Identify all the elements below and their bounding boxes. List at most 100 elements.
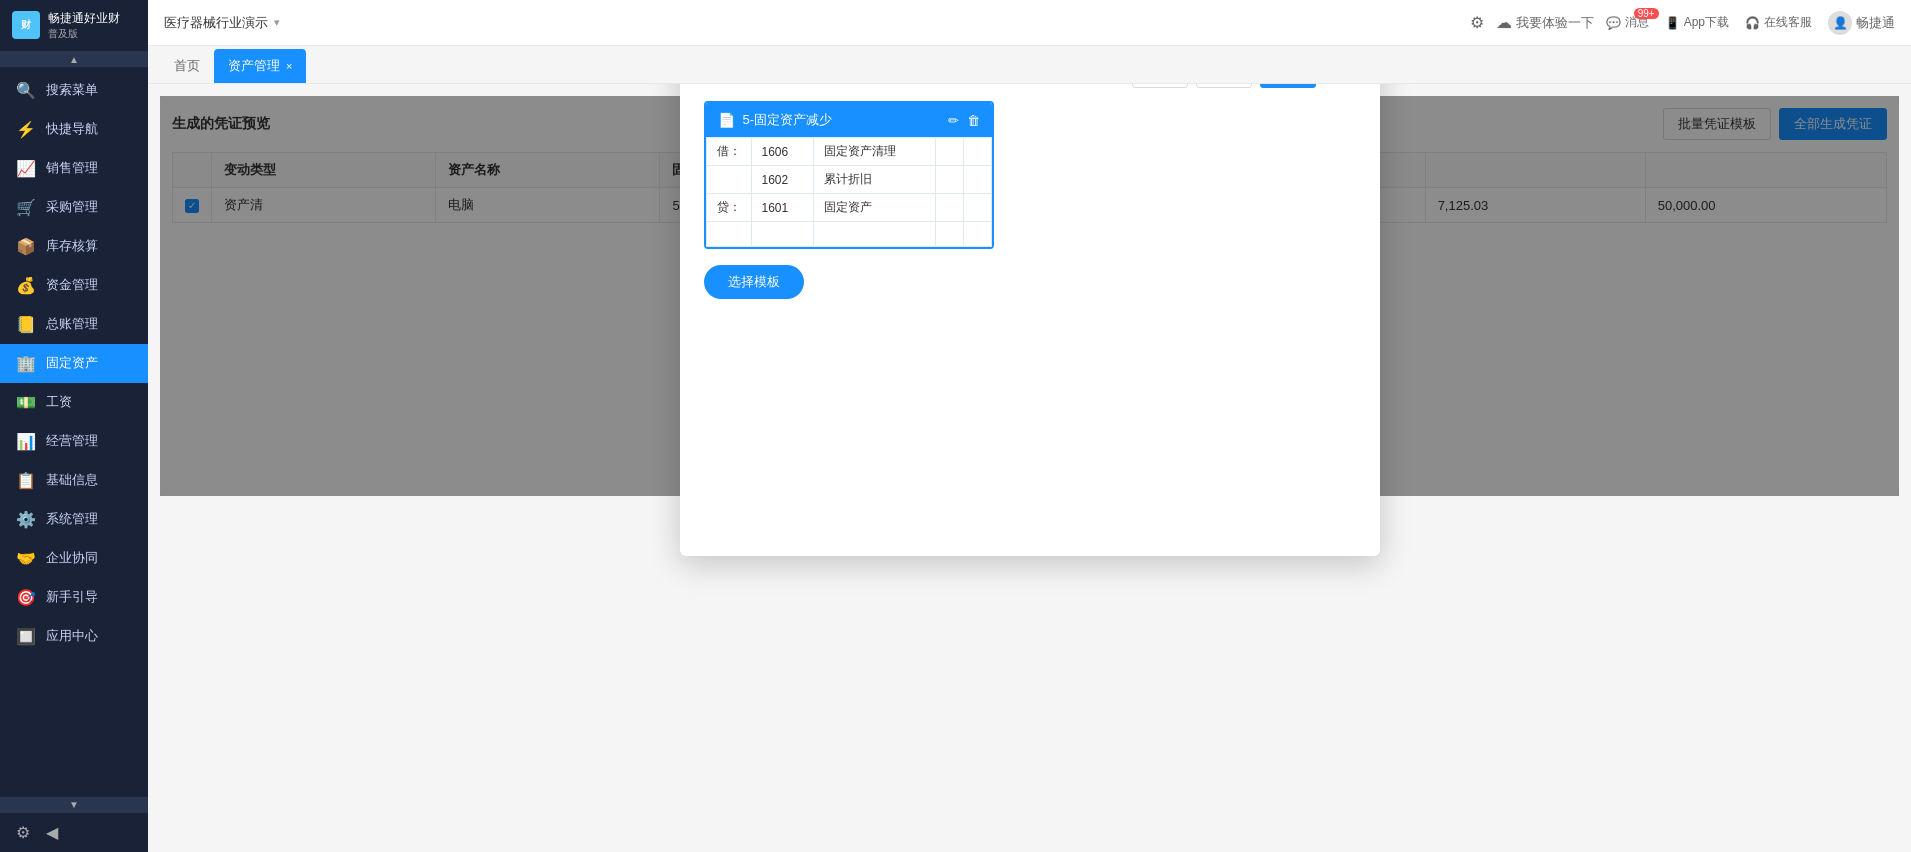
sidebar-item-label: 采购管理 [46, 198, 98, 216]
entry-debit-2 [936, 166, 964, 194]
customer-service-button[interactable]: 🎧 在线客服 [1745, 14, 1812, 31]
topbar-settings-icon[interactable]: ⚙ [1470, 13, 1484, 32]
empty-cell-5 [963, 222, 991, 247]
sidebar-item-basic-info[interactable]: 📋 基础信息 [0, 461, 148, 500]
app-download-label: App下载 [1684, 14, 1729, 31]
tab-close-icon[interactable]: × [286, 60, 292, 72]
sidebar-item-operations[interactable]: 📊 经营管理 [0, 422, 148, 461]
sidebar-item-app-center[interactable]: 🔲 应用中心 [0, 617, 148, 656]
sidebar-item-sales[interactable]: 📈 销售管理 [0, 149, 148, 188]
experience-label: 我要体验一下 [1516, 14, 1594, 32]
entry-credit-2 [963, 166, 991, 194]
empty-cell-3 [814, 222, 936, 247]
modal-dialog: 设置凭证模板 导入 导出 新增 ⤢ × 📄 5-固定资产减少 [680, 84, 1380, 556]
messages-badge: 99+ [1634, 8, 1659, 19]
topbar-right: 💬 消息 99+ 📱 App下载 🎧 在线客服 👤 畅捷通 [1606, 11, 1895, 35]
sidebar-item-label: 应用中心 [46, 627, 98, 645]
sidebar-scroll-up[interactable]: ▲ [0, 52, 148, 67]
empty-cell-1 [706, 222, 751, 247]
modal-toolbar: 导入 导出 新增 [1132, 84, 1316, 88]
empty-cell-2 [751, 222, 814, 247]
sidebar-item-finance[interactable]: 💰 资金管理 [0, 266, 148, 305]
customer-service-label: 在线客服 [1764, 14, 1812, 31]
cloud-icon: ☁ [1496, 13, 1512, 32]
entry-credit-3 [963, 194, 991, 222]
download-icon: 📱 [1665, 16, 1680, 30]
entry-type-1: 借： [706, 138, 751, 166]
sales-icon: 📈 [16, 159, 36, 178]
user-avatar: 👤 [1828, 11, 1852, 35]
select-template-button[interactable]: 选择模板 [704, 265, 804, 299]
empty-cell-4 [936, 222, 964, 247]
tabbar: 首页 资产管理 × [148, 46, 1911, 84]
edit-template-button[interactable]: ✏ [948, 113, 959, 128]
company-name: 医疗器械行业演示 [164, 14, 268, 32]
modal-overlay: 设置凭证模板 导入 导出 新增 ⤢ × 📄 5-固定资产减少 [160, 96, 1899, 496]
delete-template-button[interactable]: 🗑 [967, 113, 980, 128]
edition-label: 普及版 [48, 27, 120, 41]
entry-code-2: 1602 [751, 166, 814, 194]
sidebar-item-label: 库存核算 [46, 237, 98, 255]
sidebar-footer: ⚙ ◀ [0, 812, 148, 852]
template-card: 📄 5-固定资产减少 ✏ 🗑 借： [704, 101, 994, 249]
sidebar-item-system[interactable]: ⚙️ 系统管理 [0, 500, 148, 539]
sidebar-item-quick-nav[interactable]: ⚡ 快捷导航 [0, 110, 148, 149]
sidebar-item-guide[interactable]: 🎯 新手引导 [0, 578, 148, 617]
enterprise-icon: 🤝 [16, 549, 36, 568]
system-icon: ⚙️ [16, 510, 36, 529]
entry-debit-3 [936, 194, 964, 222]
inventory-icon: 📦 [16, 237, 36, 256]
sidebar-header: 财 畅捷通好业财 普及版 [0, 0, 148, 52]
import-button[interactable]: 导入 [1132, 84, 1188, 88]
collapse-icon[interactable]: ◀ [46, 823, 58, 842]
messages-button[interactable]: 💬 消息 99+ [1606, 14, 1649, 31]
sidebar-item-label: 基础信息 [46, 471, 98, 489]
operations-icon: 📊 [16, 432, 36, 451]
new-template-button[interactable]: 新增 [1260, 84, 1316, 88]
sidebar-item-purchase[interactable]: 🛒 采购管理 [0, 188, 148, 227]
app-logo: 财 [12, 11, 40, 39]
tab-home[interactable]: 首页 [160, 49, 214, 83]
sidebar-item-label: 企业协同 [46, 549, 98, 567]
sidebar-item-payroll[interactable]: 💵 工资 [0, 383, 148, 422]
sidebar-item-label: 总账管理 [46, 315, 98, 333]
sidebar-item-search[interactable]: 🔍 搜索菜单 [0, 71, 148, 110]
search-icon: 🔍 [16, 81, 36, 100]
sidebar-item-label: 固定资产 [46, 354, 98, 372]
ledger-icon: 📒 [16, 315, 36, 334]
entry-name-3: 固定资产 [814, 194, 936, 222]
sidebar-item-label: 销售管理 [46, 159, 98, 177]
template-entry-row: 借： 1606 固定资产清理 [706, 138, 991, 166]
template-entry-row: 1602 累计折旧 [706, 166, 991, 194]
template-entries-table: 借： 1606 固定资产清理 1602 [706, 137, 992, 247]
tab-asset-mgmt[interactable]: 资产管理 × [214, 49, 306, 83]
sidebar-item-enterprise[interactable]: 🤝 企业协同 [0, 539, 148, 578]
company-selector[interactable]: 医疗器械行业演示 ▾ [164, 14, 1458, 32]
service-icon: 🎧 [1745, 16, 1760, 30]
sidebar: 财 畅捷通好业财 普及版 ▲ 🔍 搜索菜单 ⚡ 快捷导航 📈 销售管理 🛒 采购… [0, 0, 148, 852]
sidebar-item-label: 搜索菜单 [46, 81, 98, 99]
template-name: 5-固定资产减少 [743, 111, 940, 129]
user-menu[interactable]: 👤 畅捷通 [1828, 11, 1895, 35]
topbar: 医疗器械行业演示 ▾ ⚙ ☁ 我要体验一下 💬 消息 99+ 📱 App下载 🎧… [148, 0, 1911, 46]
app-center-icon: 🔲 [16, 627, 36, 646]
voucher-preview-section: 生成的凭证预览 批量凭证模板 全部生成凭证 变动类型 资产名称 固定资产原值 [160, 96, 1899, 496]
sidebar-item-label: 系统管理 [46, 510, 98, 528]
template-card-header: 📄 5-固定资产减少 ✏ 🗑 [706, 103, 992, 137]
basic-info-icon: 📋 [16, 471, 36, 490]
template-entry-row: 贷： 1601 固定资产 [706, 194, 991, 222]
app-download-button[interactable]: 📱 App下载 [1665, 14, 1729, 31]
sidebar-item-ledger[interactable]: 📒 总账管理 [0, 305, 148, 344]
experience-button[interactable]: ☁ 我要体验一下 [1496, 13, 1594, 32]
template-entry-empty-row [706, 222, 991, 247]
export-button[interactable]: 导出 [1196, 84, 1252, 88]
username: 畅捷通 [1856, 14, 1895, 32]
settings-footer-icon[interactable]: ⚙ [16, 823, 30, 842]
sidebar-item-fixed-assets[interactable]: 🏢 固定资产 [0, 344, 148, 383]
entry-debit-1 [936, 138, 964, 166]
sidebar-item-inventory[interactable]: 📦 库存核算 [0, 227, 148, 266]
entry-code-1: 1606 [751, 138, 814, 166]
payroll-icon: 💵 [16, 393, 36, 412]
sidebar-scroll-down[interactable]: ▼ [0, 797, 148, 812]
tab-home-label: 首页 [174, 57, 200, 75]
